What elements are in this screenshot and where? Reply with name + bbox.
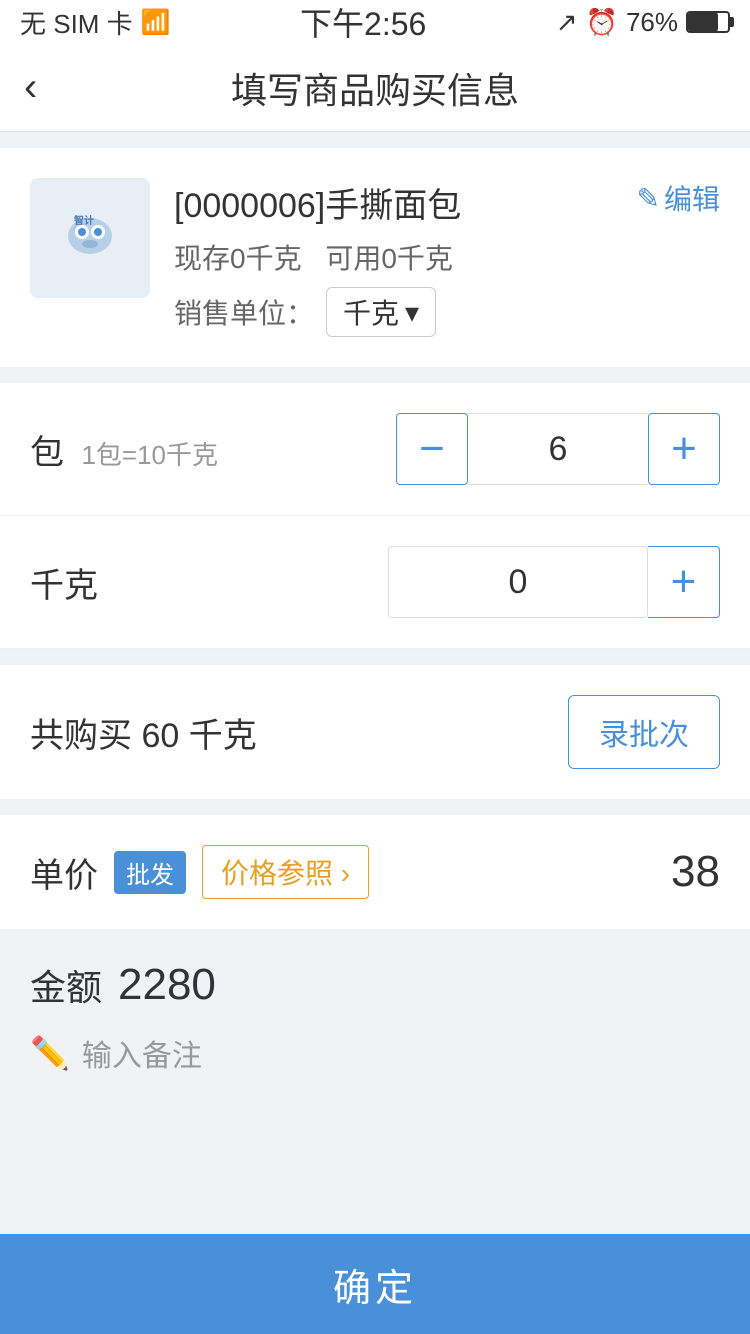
battery-percent: 76% <box>626 7 678 38</box>
product-image: 智计 <box>30 178 150 298</box>
back-button[interactable]: ‹ <box>24 65 37 110</box>
price-left: 单价 批发 价格参照 › <box>30 845 369 899</box>
product-card: 智计 [0000006]手撕面包 ✎ 编辑 现存0千克 可用0千克 销售单位： … <box>0 148 750 367</box>
qty-input-kg[interactable] <box>388 546 648 618</box>
qty-label-kg: 千克 <box>30 558 230 607</box>
qty-minus-button[interactable]: − <box>396 413 468 485</box>
quantity-row-kg: 千克 + <box>0 516 750 649</box>
wifi-icon: 📶 <box>141 8 171 37</box>
status-bar: 无 SIM 卡 📶 下午2:56 ↗ ⏰ 76% <box>0 0 750 44</box>
remark-placeholder: 输入备注 <box>82 1031 202 1075</box>
stock-label: 现存0千克 <box>174 243 302 274</box>
quantity-section: 包 1包=10千克 − + 千克 + <box>0 383 750 649</box>
remark-row[interactable]: ✏️ 输入备注 <box>30 1031 720 1075</box>
chevron-down-icon: ▾ <box>405 296 419 329</box>
price-badge: 批发 <box>114 851 186 894</box>
qty-unit-bao: 包 <box>30 434 64 472</box>
edit-button[interactable]: ✎ 编辑 <box>637 178 720 218</box>
qty-controls-kg: + <box>230 546 720 618</box>
edit-label: 编辑 <box>664 178 720 218</box>
pencil-icon: ✏️ <box>30 1034 70 1072</box>
qty-sublabel-bao: 1包=10千克 <box>81 440 218 470</box>
total-section: 共购买 60 千克 录批次 <box>0 665 750 799</box>
unit-select[interactable]: 千克 ▾ <box>326 287 436 337</box>
svg-text:智计: 智计 <box>74 214 94 227</box>
carrier-label: 无 SIM 卡 <box>20 4 133 41</box>
available-label: 可用0千克 <box>325 243 453 274</box>
amount-row: 金额 2280 <box>30 959 720 1011</box>
price-section: 单价 批发 价格参照 › 38 <box>0 815 750 929</box>
price-row: 单价 批发 价格参照 › 38 <box>30 845 720 899</box>
confirm-button[interactable]: 确定 <box>0 1234 750 1334</box>
product-name: [0000006]手撕面包 <box>174 178 461 227</box>
price-label: 单价 <box>30 848 98 897</box>
bottom-area: 确定 <box>0 1234 750 1334</box>
qty-plus-kg-button[interactable]: + <box>648 546 720 618</box>
quantity-row-bao: 包 1包=10千克 − + <box>0 383 750 516</box>
battery-icon <box>686 11 730 33</box>
qty-controls-bao: − + <box>230 413 720 485</box>
qty-input-bao[interactable] <box>468 413 648 485</box>
amount-value: 2280 <box>118 960 216 1010</box>
price-ref-button[interactable]: 价格参照 › <box>202 845 369 899</box>
nav-bar: ‹ 填写商品购买信息 <box>0 44 750 132</box>
qty-plus-button[interactable]: + <box>648 413 720 485</box>
product-unit-row: 销售单位： 千克 ▾ <box>174 287 720 337</box>
amount-label: 金额 <box>30 959 102 1011</box>
edit-icon: ✎ <box>637 182 660 215</box>
status-right: ↗ ⏰ 76% <box>556 7 730 38</box>
total-text: 共购买 60 千克 <box>30 708 257 757</box>
alarm-icon: ⏰ <box>586 7 618 38</box>
price-value: 38 <box>671 847 720 897</box>
batch-button[interactable]: 录批次 <box>568 695 720 769</box>
unit-value: 千克 <box>343 292 399 332</box>
status-left: 无 SIM 卡 📶 <box>20 4 171 41</box>
page-title: 填写商品购买信息 <box>231 62 519 114</box>
location-icon: ↗ <box>556 7 578 38</box>
product-info: [0000006]手撕面包 ✎ 编辑 现存0千克 可用0千克 销售单位： 千克 … <box>174 178 720 337</box>
unit-label: 销售单位： <box>174 292 314 332</box>
product-stock: 现存0千克 可用0千克 <box>174 237 720 277</box>
product-logo: 智计 <box>60 208 120 268</box>
qty-label-bao: 包 1包=10千克 <box>30 425 230 474</box>
time-label: 下午2:56 <box>300 0 426 45</box>
amount-section: 金额 2280 ✏️ 输入备注 <box>0 929 750 1095</box>
